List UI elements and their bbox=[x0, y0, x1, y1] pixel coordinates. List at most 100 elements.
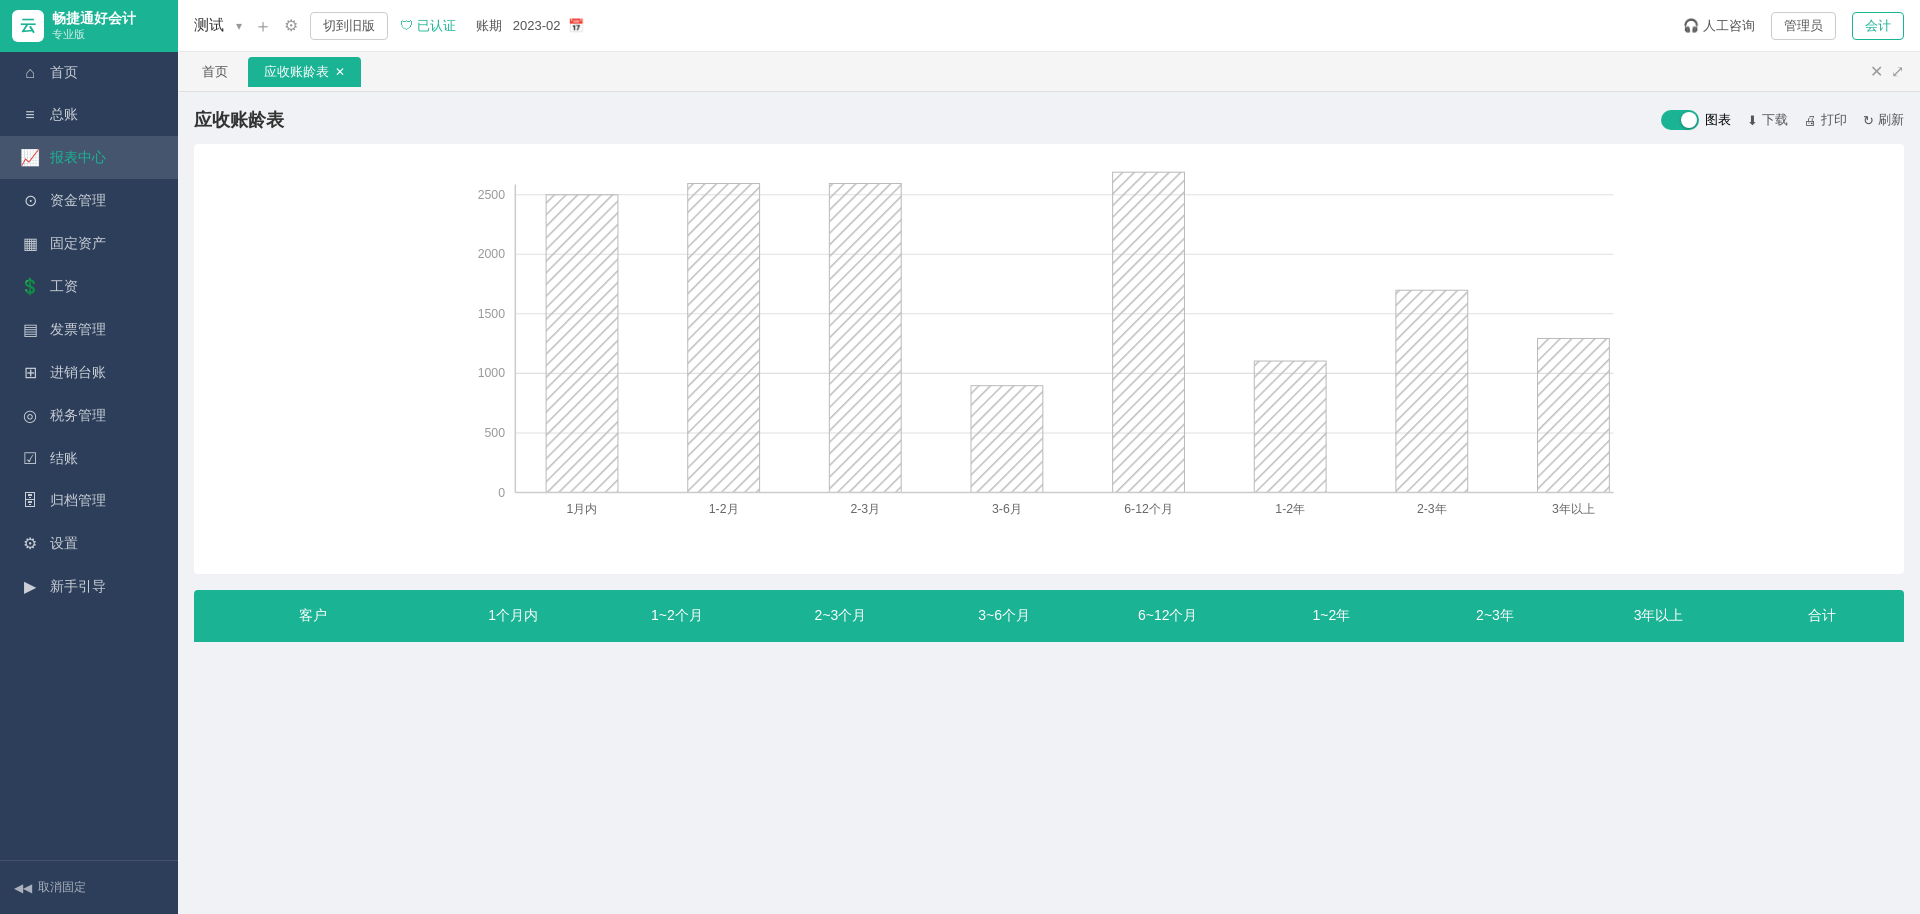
tab-close-icon[interactable]: ✕ bbox=[335, 65, 345, 79]
bar-1-2month bbox=[688, 184, 760, 493]
bar-2-3month bbox=[829, 184, 901, 493]
svg-text:1000: 1000 bbox=[478, 366, 506, 380]
expand-btn[interactable]: ⤢ bbox=[1891, 62, 1904, 81]
sidebar-label-wages: 工资 bbox=[50, 278, 78, 296]
svg-text:2-3年: 2-3年 bbox=[1417, 502, 1447, 516]
period-info: 账期 2023-02 📅 bbox=[476, 17, 584, 35]
tab-bar: 首页 应收账龄表 ✕ ✕ ⤢ bbox=[178, 52, 1920, 92]
sidebar-menu: ⌂ 首页 ≡ 总账 📈 报表中心 ⊙ 资金管理 ▦ 固定资产 💲 工资 ▤ 发票… bbox=[0, 52, 178, 860]
sidebar-item-guide[interactable]: ▶ 新手引导 bbox=[0, 565, 178, 608]
print-label: 打印 bbox=[1821, 111, 1847, 129]
th-1-2month: 1~2个月 bbox=[595, 607, 759, 625]
sidebar-label-assets: 固定资产 bbox=[50, 235, 106, 253]
sidebar-label-invoice: 发票管理 bbox=[50, 321, 106, 339]
page-actions: 图表 ⬇ 下载 🖨 打印 ↻ 刷新 bbox=[1661, 110, 1904, 130]
add-company-btn[interactable]: ＋ bbox=[254, 14, 272, 38]
print-btn[interactable]: 🖨 打印 bbox=[1804, 111, 1847, 129]
chart-toggle[interactable]: 图表 bbox=[1661, 110, 1731, 130]
th-3plus-year: 3年以上 bbox=[1577, 607, 1741, 625]
tax-icon: ◎ bbox=[20, 406, 40, 425]
tab-ar-aging[interactable]: 应收账龄表 ✕ bbox=[248, 57, 361, 87]
sidebar-item-reports[interactable]: 📈 报表中心 bbox=[0, 136, 178, 179]
svg-text:3年以上: 3年以上 bbox=[1552, 502, 1595, 516]
funds-icon: ⊙ bbox=[20, 191, 40, 210]
company-name: 测试 bbox=[194, 16, 224, 35]
svg-text:1-2年: 1-2年 bbox=[1275, 502, 1305, 516]
shield-icon: 🛡 bbox=[400, 18, 413, 33]
top-nav: 测试 ▾ ＋ ⚙ 切到旧版 🛡 已认证 账期 2023-02 📅 🎧 人工咨询 … bbox=[178, 0, 1920, 52]
bar-3-6month bbox=[971, 386, 1043, 493]
logo-icon: 云 bbox=[12, 10, 44, 42]
th-1month: 1个月内 bbox=[431, 607, 595, 625]
tab-home-label: 首页 bbox=[202, 63, 228, 81]
th-total: 合计 bbox=[1740, 607, 1904, 625]
refresh-label: 刷新 bbox=[1878, 111, 1904, 129]
settings-btn[interactable]: ⚙ bbox=[284, 16, 298, 35]
sidebar-item-closing[interactable]: ☑ 结账 bbox=[0, 437, 178, 480]
page-title: 应收账龄表 bbox=[194, 108, 284, 132]
sidebar-item-trade[interactable]: ⊞ 进销台账 bbox=[0, 351, 178, 394]
sidebar-label-ledger: 总账 bbox=[50, 106, 78, 124]
sidebar-label-tax: 税务管理 bbox=[50, 407, 106, 425]
close-window-btn[interactable]: ✕ bbox=[1870, 62, 1883, 81]
toggle-track[interactable] bbox=[1661, 110, 1699, 130]
bar-2-3year bbox=[1396, 290, 1468, 492]
switch-old-btn[interactable]: 切到旧版 bbox=[310, 12, 388, 40]
assets-icon: ▦ bbox=[20, 234, 40, 253]
print-icon: 🖨 bbox=[1804, 113, 1817, 128]
sidebar-label-trade: 进销台账 bbox=[50, 364, 106, 382]
closing-icon: ☑ bbox=[20, 449, 40, 468]
sidebar-label-funds: 资金管理 bbox=[50, 192, 106, 210]
sidebar-label-archive: 归档管理 bbox=[50, 492, 106, 510]
cancel-fixed-btn[interactable]: ◀◀ 取消固定 bbox=[0, 871, 178, 904]
th-1-2year: 1~2年 bbox=[1250, 607, 1414, 625]
ledger-icon: ≡ bbox=[20, 106, 40, 124]
table-header: 客户 1个月内 1~2个月 2~3个月 3~6个月 6~12个月 1~2年 2~… bbox=[194, 590, 1904, 642]
bar-1-2year bbox=[1254, 361, 1326, 492]
bar-3plus-year bbox=[1538, 338, 1610, 492]
sidebar-label-closing: 结账 bbox=[50, 450, 78, 468]
th-3-6month: 3~6个月 bbox=[922, 607, 1086, 625]
period-value: 2023-02 bbox=[513, 18, 561, 33]
app-edition: 专业版 bbox=[52, 27, 136, 42]
th-6-12month: 6~12个月 bbox=[1086, 607, 1250, 625]
th-2-3year: 2~3年 bbox=[1413, 607, 1577, 625]
tab-home[interactable]: 首页 bbox=[186, 57, 244, 87]
th-2-3month: 2~3个月 bbox=[759, 607, 923, 625]
user-btn[interactable]: 管理员 bbox=[1771, 12, 1836, 40]
svg-text:2-3月: 2-3月 bbox=[850, 502, 880, 516]
sidebar-item-invoice[interactable]: ▤ 发票管理 bbox=[0, 308, 178, 351]
certified-badge: 🛡 已认证 bbox=[400, 17, 456, 35]
sidebar-item-wages[interactable]: 💲 工资 bbox=[0, 265, 178, 308]
main-area: 测试 ▾ ＋ ⚙ 切到旧版 🛡 已认证 账期 2023-02 📅 🎧 人工咨询 … bbox=[178, 0, 1920, 914]
trade-icon: ⊞ bbox=[20, 363, 40, 382]
page-content: 应收账龄表 图表 ⬇ 下载 🖨 打印 ↻ 刷新 bbox=[178, 92, 1920, 914]
sidebar-item-home[interactable]: ⌂ 首页 bbox=[0, 52, 178, 94]
guide-icon: ▶ bbox=[20, 577, 40, 596]
svg-text:2000: 2000 bbox=[478, 247, 506, 261]
sidebar-bottom: ◀◀ 取消固定 bbox=[0, 860, 178, 914]
sidebar-item-settings[interactable]: ⚙ 设置 bbox=[0, 522, 178, 565]
sidebar-label-settings: 设置 bbox=[50, 535, 78, 553]
refresh-icon: ↻ bbox=[1863, 113, 1874, 128]
sidebar-label-guide: 新手引导 bbox=[50, 578, 106, 596]
chart-toggle-label: 图表 bbox=[1705, 111, 1731, 129]
role-btn[interactable]: 会计 bbox=[1852, 12, 1904, 40]
sidebar-item-funds[interactable]: ⊙ 资金管理 bbox=[0, 179, 178, 222]
tab-ar-aging-label: 应收账龄表 bbox=[264, 63, 329, 81]
sidebar-item-assets[interactable]: ▦ 固定资产 bbox=[0, 222, 178, 265]
cancel-fixed-icon: ◀◀ bbox=[14, 881, 32, 895]
svg-text:0: 0 bbox=[498, 486, 505, 500]
company-dropdown-icon[interactable]: ▾ bbox=[236, 19, 242, 33]
download-label: 下载 bbox=[1762, 111, 1788, 129]
refresh-btn[interactable]: ↻ 刷新 bbox=[1863, 111, 1904, 129]
sidebar-label-home: 首页 bbox=[50, 64, 78, 82]
sidebar-item-tax[interactable]: ◎ 税务管理 bbox=[0, 394, 178, 437]
download-btn[interactable]: ⬇ 下载 bbox=[1747, 111, 1788, 129]
sidebar-item-ledger[interactable]: ≡ 总账 bbox=[0, 94, 178, 136]
svg-text:1月内: 1月内 bbox=[567, 502, 598, 516]
home-icon: ⌂ bbox=[20, 64, 40, 82]
cancel-fixed-label: 取消固定 bbox=[38, 879, 86, 896]
consult-btn[interactable]: 🎧 人工咨询 bbox=[1683, 17, 1755, 35]
sidebar-item-archive[interactable]: 🗄 归档管理 bbox=[0, 480, 178, 522]
